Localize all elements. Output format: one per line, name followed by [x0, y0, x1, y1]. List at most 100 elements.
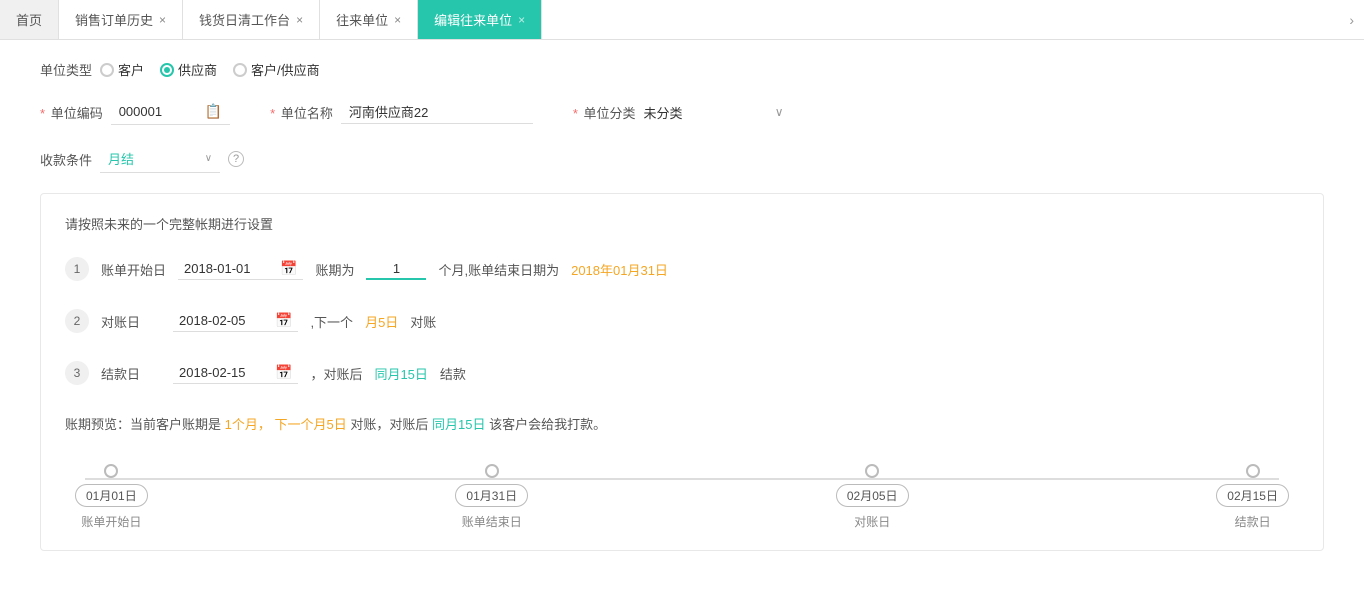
reconcile-highlight: 月5日	[365, 312, 398, 331]
timeline-label-1: 账单开始日	[81, 513, 141, 530]
preview-suffix: 该客户会给我打款。	[489, 417, 606, 432]
timeline-points: 01月01日 账单开始日 01月31日 账单结束日 02月05日 对账日 02月…	[75, 464, 1289, 530]
tab-more-arrow[interactable]: ›	[1339, 0, 1364, 39]
tab-edit-partner-close[interactable]: ×	[518, 13, 525, 27]
payment-highlight: 同月15日	[374, 364, 427, 383]
period-section: 请按照未来的一个完整帐期进行设置 1 账单开始日 📅 账期为 个月,账单结束日期…	[40, 193, 1324, 551]
radio-customer-label: 客户	[118, 60, 144, 79]
tab-edit-partner-label: 编辑往来单位	[434, 10, 512, 29]
section-title: 请按照未来的一个完整帐期进行设置	[65, 214, 1299, 233]
unit-name-label: * 单位名称	[270, 103, 333, 122]
payment-label: 收款条件	[40, 150, 92, 169]
tab-partner-close[interactable]: ×	[394, 13, 401, 27]
tab-bar: 首页 销售订单历史 × 钱货日清工作台 × 往来单位 × 编辑往来单位 × ›	[0, 0, 1364, 40]
unit-info-row: * 单位编码 📋 * 单位名称 * 单位分类 未分类 ∨	[40, 99, 1324, 125]
reconcile-date-input[interactable]	[179, 313, 269, 328]
timeline-point-2: 01月31日 账单结束日	[455, 464, 528, 530]
period-value-input[interactable]	[366, 259, 426, 280]
start-date-field: 📅	[178, 258, 303, 280]
timeline-point-1: 01月01日 账单开始日	[75, 464, 148, 530]
row-label-1: 账单开始日	[101, 260, 166, 279]
timeline-badge-3: 02月05日	[836, 484, 909, 507]
tab-sales-history-close[interactable]: ×	[159, 13, 166, 27]
preview-payment: 同月15日	[432, 417, 485, 432]
preview-label: 账期预览：当前客户账期是	[65, 417, 221, 432]
preview-text: 账期预览：当前客户账期是 1个月， 下一个月5日 对账，对账后 同月15日 该客…	[65, 413, 1299, 436]
data-row-3: 3 结款日 📅 ，对账后 同月15日 结款	[65, 361, 1299, 385]
start-date-input[interactable]	[184, 261, 274, 276]
payment-chevron: ∨	[205, 153, 212, 164]
tab-cash-work-label: 钱货日清工作台	[199, 10, 290, 29]
preview-mid: 对账，对账后	[350, 417, 432, 432]
timeline-dot-2	[485, 464, 499, 478]
payment-select[interactable]: 月结 ∨	[100, 145, 220, 173]
period-suffix: 个月,账单结束日期为	[438, 260, 559, 279]
unit-name-group: * 单位名称	[270, 100, 533, 124]
payment-help-icon[interactable]: ?	[228, 151, 244, 167]
radio-supplier-label: 供应商	[178, 60, 217, 79]
preview-reconcile: 下一个月5日	[275, 417, 347, 432]
reconcile-date-calendar-icon[interactable]: 📅	[275, 312, 292, 329]
unit-code-input-wrap: 📋	[111, 99, 230, 125]
payment-row: 收款条件 月结 ∨ ?	[40, 145, 1324, 173]
radio-both-label: 客户/供应商	[251, 60, 320, 79]
tab-home-label: 首页	[16, 10, 42, 29]
unit-name-input[interactable]	[341, 100, 533, 124]
unit-classify-value: 未分类	[644, 103, 769, 122]
tab-partner[interactable]: 往来单位 ×	[320, 0, 418, 39]
required-code: *	[40, 106, 45, 121]
unit-code-label: * 单位编码	[40, 103, 103, 122]
timeline-dot-4	[1246, 464, 1260, 478]
radio-customer-circle	[100, 63, 114, 77]
timeline-badge-1: 01月01日	[75, 484, 148, 507]
unit-type-label: 单位类型	[40, 60, 92, 79]
radio-supplier[interactable]: 供应商	[160, 60, 217, 79]
tab-cash-work-close[interactable]: ×	[296, 13, 303, 27]
tab-home[interactable]: 首页	[0, 0, 59, 39]
row-num-1: 1	[65, 257, 89, 281]
tab-partner-label: 往来单位	[336, 10, 388, 29]
period-label: 账期为	[315, 260, 354, 279]
unit-code-input[interactable]	[119, 104, 199, 119]
timeline-badge-2: 01月31日	[455, 484, 528, 507]
unit-classify-group: * 单位分类 未分类 ∨	[573, 103, 784, 122]
main-content: 单位类型 客户 供应商 客户/供应商 * 单位编码	[0, 40, 1364, 608]
tab-cash-work[interactable]: 钱货日清工作台 ×	[183, 0, 320, 39]
reconcile-suffix: 对账	[410, 312, 436, 331]
radio-both[interactable]: 客户/供应商	[233, 60, 320, 79]
timeline-dot-3	[865, 464, 879, 478]
reconcile-prefix: ,下一个	[310, 312, 353, 331]
classify-dropdown-arrow[interactable]: ∨	[775, 105, 784, 119]
timeline-label-2: 账单结束日	[462, 513, 522, 530]
timeline-badge-4: 02月15日	[1216, 484, 1289, 507]
radio-both-circle	[233, 63, 247, 77]
unit-classify-select[interactable]: 未分类 ∨	[644, 103, 784, 122]
tab-edit-partner[interactable]: 编辑往来单位 ×	[418, 0, 542, 39]
timeline: 01月01日 账单开始日 01月31日 账单结束日 02月05日 对账日 02月…	[65, 464, 1299, 530]
required-classify: *	[573, 106, 578, 121]
start-date-calendar-icon[interactable]: 📅	[280, 260, 297, 277]
unit-code-icon[interactable]: 📋	[205, 103, 222, 120]
unit-type-row: 单位类型 客户 供应商 客户/供应商	[40, 60, 1324, 79]
payment-prefix: ，对账后	[310, 364, 362, 383]
timeline-point-3: 02月05日 对账日	[836, 464, 909, 530]
tab-sales-history-label: 销售订单历史	[75, 10, 153, 29]
unit-classify-label: * 单位分类	[573, 103, 636, 122]
radio-supplier-circle	[160, 63, 174, 77]
unit-type-group: 单位类型 客户 供应商 客户/供应商	[40, 60, 320, 79]
timeline-label-3: 对账日	[854, 513, 890, 530]
payment-group: 收款条件 月结 ∨ ?	[40, 145, 244, 173]
payment-date-calendar-icon[interactable]: 📅	[275, 364, 292, 381]
required-name: *	[270, 106, 275, 121]
payment-suffix-text: 结款	[440, 364, 466, 383]
data-row-2: 2 对账日 📅 ,下一个 月5日 对账	[65, 309, 1299, 333]
row-num-2: 2	[65, 309, 89, 333]
timeline-point-4: 02月15日 结款日	[1216, 464, 1289, 530]
tab-sales-history[interactable]: 销售订单历史 ×	[59, 0, 183, 39]
radio-customer[interactable]: 客户	[100, 60, 144, 79]
preview-period: 1个月，	[225, 417, 271, 432]
radio-group: 客户 供应商 客户/供应商	[100, 60, 320, 79]
row-label-3: 结款日	[101, 364, 161, 383]
payment-value: 月结	[108, 149, 199, 168]
payment-date-input[interactable]	[179, 365, 269, 380]
